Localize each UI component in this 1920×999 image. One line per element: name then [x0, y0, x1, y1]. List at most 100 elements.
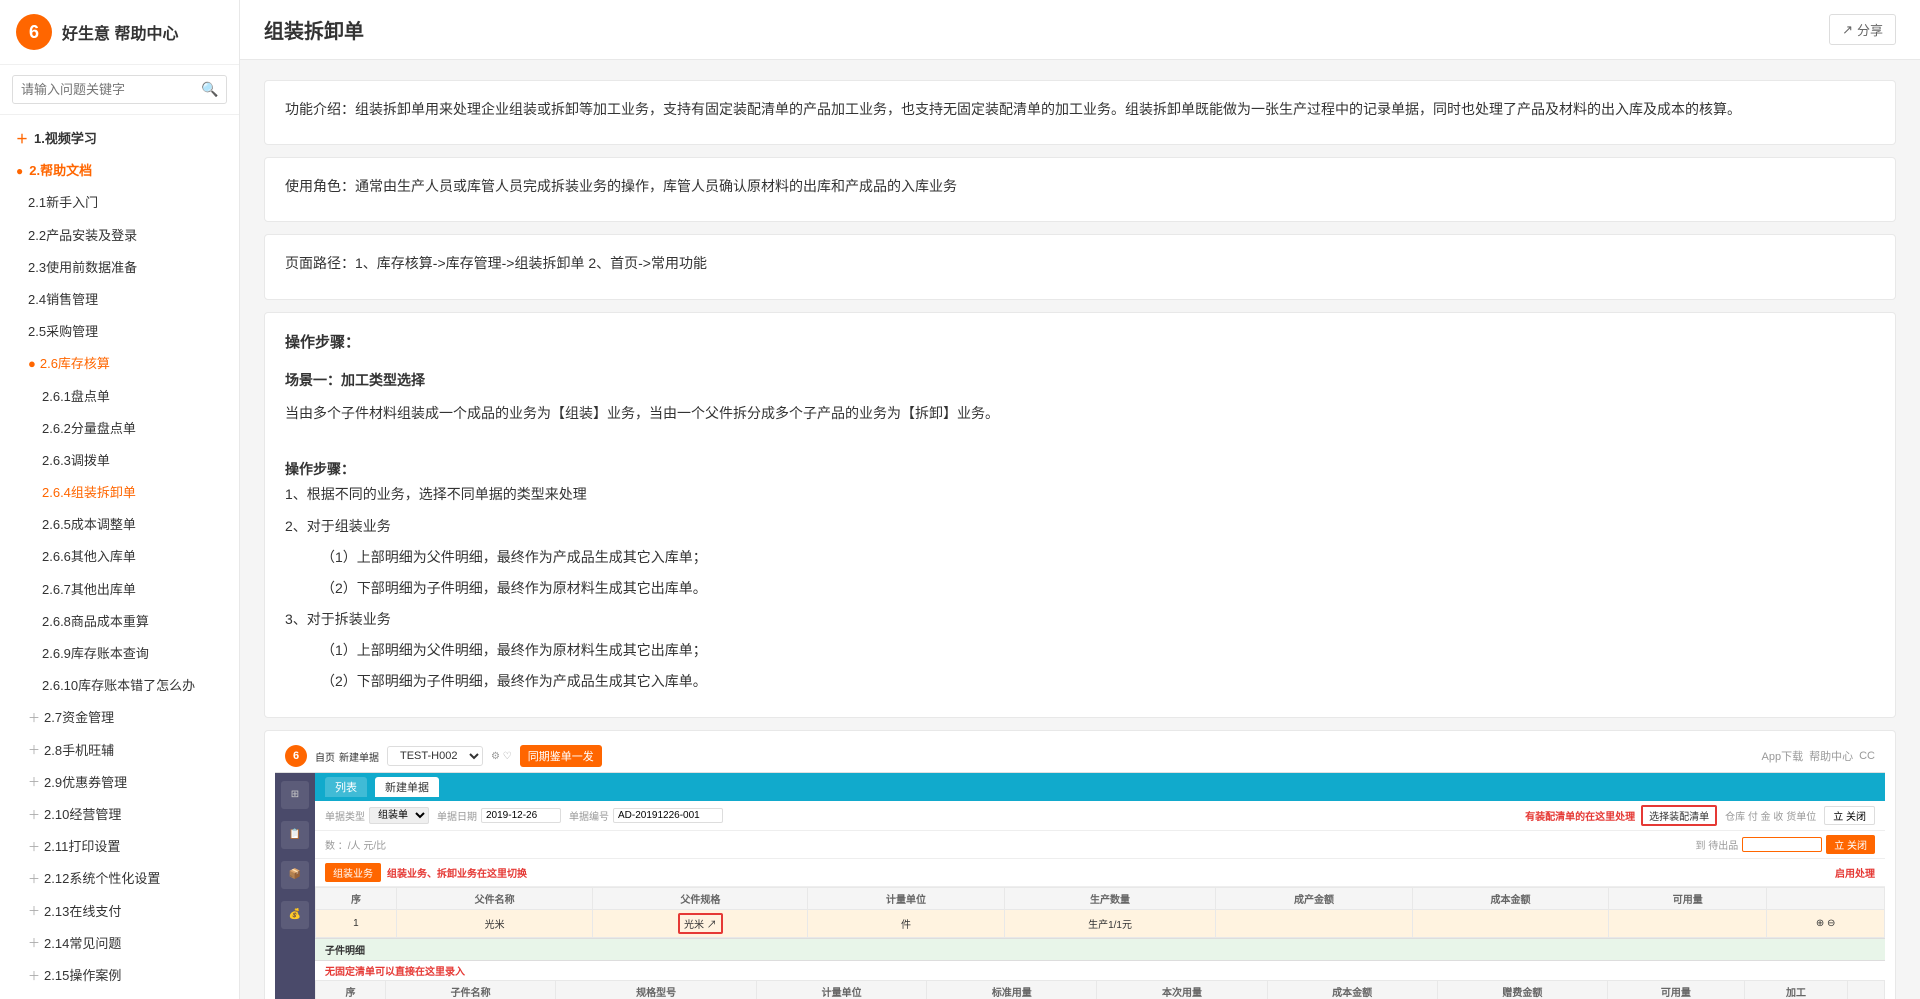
sidebar-item-inventory-count[interactable]: 2.6.1盘点单	[0, 381, 239, 413]
form-order-label: 单据编号	[569, 808, 609, 823]
search-button[interactable]: 🔍	[201, 81, 218, 98]
sidebar-item-settings[interactable]: ＋ 2.12系统个性化设置	[0, 863, 239, 895]
sidebar-item-data-prep[interactable]: 2.3使用前数据准备	[0, 252, 239, 284]
sidebar-item-account-err[interactable]: 2.6.10库存账本错了怎么办	[0, 670, 239, 702]
cell-unit: 件	[808, 909, 1004, 937]
expand-icon: ＋	[28, 903, 40, 920]
form-order-input[interactable]	[613, 808, 723, 823]
sidebar-item-label: 2.9优惠券管理	[44, 774, 127, 792]
sub-col-std-qty: 标准用量	[927, 980, 1097, 999]
assembly-btn[interactable]: 选择装配清单	[1641, 805, 1717, 826]
intro-text: 功能介绍：组装拆卸单用来处理企业组装或拆卸等加工业务，支持有固定装配清单的产品加…	[285, 97, 1875, 122]
table-row: 1 光米 光米 ↗ 件 生产1/1元	[316, 909, 1885, 937]
step3: 3、对于拆装业务	[285, 607, 1875, 632]
operations-card: 操作步骤： 场景一：加工类型选择 当由多个子件材料组装成一个成品的业务为【组装】…	[264, 312, 1896, 718]
sidebar-item-newbie[interactable]: 2.1新手入门	[0, 187, 239, 219]
form-date-label: 单据日期	[437, 808, 477, 823]
scene1-desc: 当由多个子件材料组装成一个成品的业务为【组装】业务，当由一个父件拆分成多个子产品…	[285, 401, 1875, 426]
sidebar-item-label: 2.2产品安装及登录	[28, 227, 137, 245]
app-main-area: 列表 新建单据 单据类型 组装单	[315, 773, 1885, 999]
app-screenshot: 6 自页 新建单据 TEST-H002 ⚙ ♡ 同期鉴单一发 App下载 帮助中…	[275, 741, 1885, 999]
annotation-area1: 有装配清单的在这里处理 选择装配清单	[1525, 805, 1717, 826]
sidebar-item-label: 2.6.1盘点单	[42, 388, 110, 406]
sub-col-action: 加工	[1744, 980, 1847, 999]
search-area[interactable]: 🔍	[0, 65, 239, 115]
app-topbar-btn[interactable]: 同期鉴单一发	[520, 745, 602, 767]
app-sidebar-icon3: 📦	[281, 861, 309, 889]
app-icon1: App下载	[1762, 748, 1804, 764]
sidebar-item-inventory-count2[interactable]: 2.6.2分量盘点单	[0, 413, 239, 445]
sidebar-item-label: 2.5采购管理	[28, 323, 98, 341]
cell-qty: 生产1/1元	[1004, 909, 1216, 937]
search-input[interactable]	[12, 75, 227, 104]
sidebar-item-print[interactable]: ＋ 2.11打印设置	[0, 831, 239, 863]
sidebar-item-purchase[interactable]: 2.5采购管理	[0, 316, 239, 348]
sidebar-item-label: 2.12系统个性化设置	[44, 870, 160, 888]
app-tab-new[interactable]: 新建单据	[375, 777, 439, 797]
sidebar-item-capital[interactable]: ＋ 2.7资金管理	[0, 702, 239, 734]
sidebar-item-label: 2.6.4组装拆卸单	[42, 484, 136, 502]
sidebar-nav: ＋ 1.视频学习 ● 2.帮助文档 2.1新手入门 2.2产品安装及登录 2.3…	[0, 115, 239, 999]
sidebar-item-help-docs[interactable]: ● 2.帮助文档	[0, 155, 239, 187]
sidebar-item-label: 2.6.9库存账本查询	[42, 645, 149, 663]
save-btn[interactable]: 立 关闭	[1824, 806, 1875, 825]
warehouse-input[interactable]	[1742, 837, 1822, 852]
step3-1: （1）上部明细为父件明细，最终作为原材料生成其它出库单；	[285, 638, 1875, 663]
sidebar-item-label: 2.11打印设置	[44, 838, 120, 856]
assembly-type-btn[interactable]: 组装业务	[325, 863, 381, 882]
form-date-input[interactable]	[481, 808, 561, 823]
sub-col-cost: 成本金额	[1267, 980, 1437, 999]
sidebar-item-assembly[interactable]: 2.6.4组装拆卸单	[0, 477, 239, 509]
collapse-icon-inventory: ●	[28, 355, 36, 373]
upper-table-body: 1 光米 光米 ↗ 件 生产1/1元	[316, 909, 1885, 937]
sidebar-item-inventory[interactable]: ● 2.6库存核算	[0, 348, 239, 380]
sidebar-item-mobile[interactable]: ＋ 2.8手机旺辅	[0, 735, 239, 767]
sidebar-item-inventory-check[interactable]: 2.6.9库存账本查询	[0, 638, 239, 670]
share-button[interactable]: ↗ 分享	[1829, 14, 1896, 45]
sidebar-item-label: 2.6.8商品成本重算	[42, 613, 149, 631]
upper-table: 序 父件名称 父件规格 计量单位 生产数量 成产金额 成本金额 可用量	[315, 887, 1885, 938]
sidebar-item-sales[interactable]: 2.4销售管理	[0, 284, 239, 316]
sidebar-item-transfer[interactable]: 2.6.3调拨单	[0, 445, 239, 477]
app-toolbar: 组装业务 组装业务、拆卸业务在这里切换 启用处理	[315, 859, 1885, 887]
confirm-btn[interactable]: 立 关闭	[1826, 835, 1875, 854]
sidebar-item-label: 2.6.7其他出库单	[42, 581, 136, 599]
spec-input-box[interactable]: 光米 ↗	[678, 913, 723, 934]
sidebar-item-other-in[interactable]: 2.6.6其他入库单	[0, 541, 239, 573]
cell-spec: 光米 ↗	[593, 909, 808, 937]
sidebar-item-ops[interactable]: ＋ 2.10经营管理	[0, 799, 239, 831]
sub-table-header: 子件明细	[315, 938, 1885, 961]
scene1-title: 场景一：加工类型选择	[285, 368, 1875, 393]
sidebar-item-install[interactable]: 2.2产品安装及登录	[0, 220, 239, 252]
share-icon: ↗	[1842, 22, 1853, 38]
sidebar-item-cases[interactable]: ＋ 2.15操作案例	[0, 960, 239, 992]
expand-icon: ＋	[28, 774, 40, 791]
sidebar-item-other-out[interactable]: 2.6.7其他出库单	[0, 574, 239, 606]
expand-icon: ＋	[28, 968, 40, 985]
expand-icon: ＋	[16, 131, 28, 148]
sub-col-spec: 规格型号	[556, 980, 757, 999]
col-cost-amt: 成本金额	[1412, 887, 1608, 909]
col-unit: 计量单位	[808, 887, 1004, 909]
form-type-label: 单据类型	[325, 808, 365, 823]
sidebar-item-label: 1.视频学习	[34, 130, 97, 148]
step1: 1、根据不同的业务，选择不同单据的类型来处理	[285, 482, 1875, 507]
expand-icon: ＋	[28, 839, 40, 856]
sidebar-item-payment[interactable]: ＋ 2.13在线支付	[0, 896, 239, 928]
sub-field-row: 数 ：/人 元/比 到 待出品 立 关闭	[315, 831, 1885, 859]
expand-icon: ＋	[28, 710, 40, 727]
form-type-select[interactable]: 组装单	[369, 807, 429, 824]
operations-title: 操作步骤：	[285, 329, 1875, 356]
sidebar-item-cost-adjust[interactable]: 2.6.5成本调整单	[0, 509, 239, 541]
ops-steps-title: 操作步骤：	[285, 457, 1875, 482]
sub-col-avail: 可用量	[1607, 980, 1744, 999]
expand-icon: ＋	[28, 807, 40, 824]
app-org-select[interactable]: TEST-H002	[387, 746, 483, 766]
sidebar-item-faq[interactable]: ＋ 2.14常见问题	[0, 928, 239, 960]
sub-field-count: 数 ：/人 元/比	[325, 837, 386, 852]
app-tab-list[interactable]: 列表	[325, 777, 367, 797]
form-date-field: 单据日期	[437, 808, 561, 823]
sidebar-item-video[interactable]: ＋ 1.视频学习	[0, 123, 239, 155]
sidebar-item-cost-calc[interactable]: 2.6.8商品成本重算	[0, 606, 239, 638]
sidebar-item-coupon[interactable]: ＋ 2.9优惠券管理	[0, 767, 239, 799]
